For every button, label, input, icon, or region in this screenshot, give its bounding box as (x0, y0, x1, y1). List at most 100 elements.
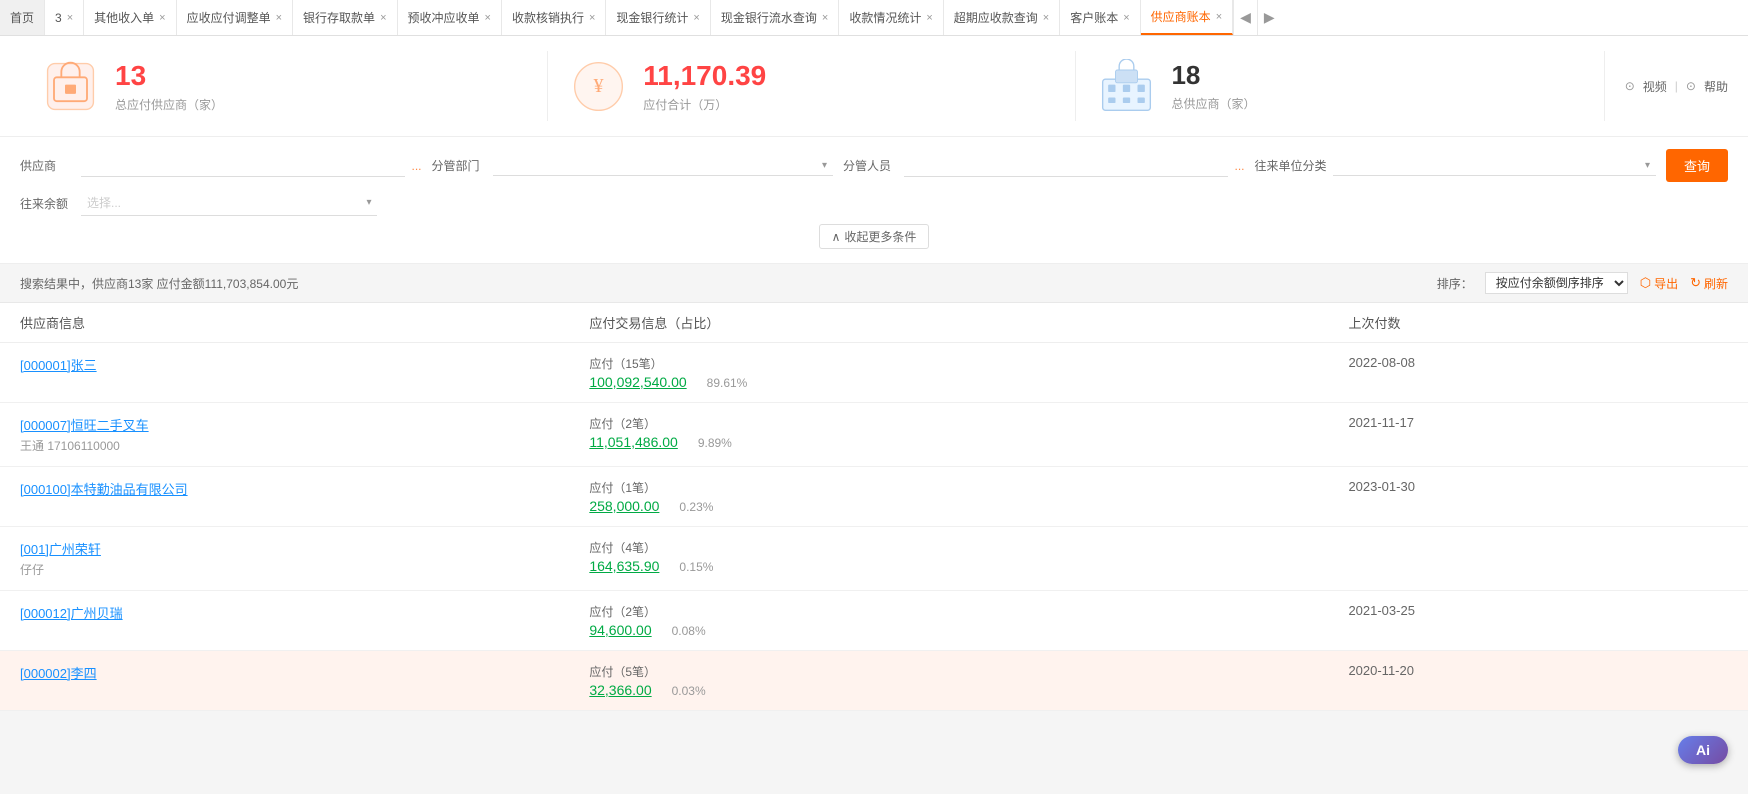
supplier-link[interactable]: [000100]本特勤油品有限公司 (20, 479, 589, 498)
sort-label: 排序： (1437, 275, 1473, 292)
table-row[interactable]: [000012]广州贝瑞 应付（2笔） 94,600.00 0.08% 2021… (0, 591, 1748, 651)
ai-label: Ai (1696, 742, 1710, 758)
stats-bar: 13 总应付供应商（家） ¥ 11,170.39 应付合计（万） (0, 36, 1748, 137)
total-supplier-label: 总供应商（家） (1171, 95, 1255, 112)
supplier-link[interactable]: [000002]李四 (20, 663, 589, 682)
last-pay-date: 2023-01-30 (1348, 479, 1415, 494)
category-select[interactable]: ▾ (1333, 156, 1656, 176)
nav-other-income-label: 其他收入单 (94, 9, 154, 26)
transaction-cell: 应付（2笔） 94,600.00 0.08% (589, 603, 1348, 638)
lastpay-cell: 2023-01-30 (1348, 479, 1728, 494)
supplier-cell: [000001]张三 (20, 355, 589, 374)
export-button[interactable]: ⬡ 导出 (1640, 275, 1678, 292)
help-link[interactable]: 帮助 (1704, 78, 1728, 95)
trans-amount[interactable]: 32,366.00 (589, 682, 651, 698)
trans-pct: 0.15% (679, 560, 713, 574)
refresh-icon: ↻ (1690, 275, 1701, 291)
table-row[interactable]: [000001]张三 应付（15笔） 100,092,540.00 89.61%… (0, 343, 1748, 403)
balance-select-arrow: ▾ (366, 197, 371, 208)
nav-bank-close[interactable]: × (380, 12, 386, 24)
nav-prepay-close[interactable]: × (485, 12, 491, 24)
nav-supplier-book-close[interactable]: × (1216, 11, 1222, 23)
nav-supplier-book[interactable]: 供应商账本 × (1141, 0, 1233, 35)
nav-home[interactable]: 首页 (0, 0, 45, 35)
nav-adjust-close[interactable]: × (276, 12, 282, 24)
transaction-cell: 应付（15笔） 100,092,540.00 89.61% (589, 355, 1348, 390)
trans-amount[interactable]: 100,092,540.00 (589, 374, 686, 390)
person-input[interactable] (904, 154, 1228, 177)
nav-other-income-close[interactable]: × (159, 12, 165, 24)
table-row[interactable]: [001]广州荣轩 仔仔 应付（4笔） 164,635.90 0.15% (0, 527, 1748, 591)
collapse-label: 收起更多条件 (844, 228, 916, 245)
trans-amount[interactable]: 164,635.90 (589, 558, 659, 574)
filter-category: 往来单位分类 ▾ (1255, 156, 1657, 176)
nav-home-label: 首页 (10, 9, 34, 26)
nav-verify-close[interactable]: × (589, 12, 595, 24)
nav-client-book-close[interactable]: × (1123, 12, 1129, 24)
trans-amount[interactable]: 258,000.00 (589, 498, 659, 514)
ai-button[interactable]: Ai (1678, 736, 1728, 764)
nav-overdue-close[interactable]: × (1043, 12, 1049, 24)
sort-select[interactable]: 按应付余额倒序排序 (1485, 272, 1628, 294)
filter-dept: 分管部门 ▾ (432, 156, 834, 176)
transaction-cell: 应付（4笔） 164,635.90 0.15% (589, 539, 1348, 574)
payable-supplier-label: 总应付供应商（家） (115, 96, 223, 113)
trans-amount[interactable]: 94,600.00 (589, 622, 651, 638)
supplier-link[interactable]: [001]广州荣轩 (20, 539, 589, 558)
nav-verify[interactable]: 收款核销执行 × (502, 0, 606, 35)
supplier-ellipsis[interactable]: ... (411, 159, 421, 173)
nav-adjust[interactable]: 应收应付调整单 × (177, 0, 293, 35)
trans-amount[interactable]: 11,051,486.00 (589, 434, 678, 450)
search-button[interactable]: 查询 (1666, 149, 1728, 182)
total-supplier-info: 18 总供应商（家） (1171, 60, 1255, 112)
nav-left-arrow[interactable]: ◀ (1233, 0, 1257, 35)
nav-prepay-label: 预收冲应收单 (408, 9, 480, 26)
collapse-button[interactable]: ∧ 收起更多条件 (819, 224, 930, 249)
nav-cash-stat[interactable]: 现金银行统计 × (606, 0, 710, 35)
table-row[interactable]: [000002]李四 应付（5笔） 32,366.00 0.03% 2020-1… (0, 651, 1748, 711)
person-ellipsis[interactable]: ... (1234, 159, 1244, 173)
supplier-link[interactable]: [000007]恒旺二手叉车 (20, 415, 589, 434)
transaction-cell: 应付（2笔） 11,051,486.00 9.89% (589, 415, 1348, 450)
stat-payable-total: ¥ 11,170.39 应付合计（万） (548, 51, 1076, 121)
filter-area: 供应商 ... 分管部门 ▾ 分管人员 ... 往来单位分类 ▾ 查询 (0, 137, 1748, 264)
table-header: 供应商信息 应付交易信息（占比） 上次付数 (0, 303, 1748, 343)
collapse-up-icon: ∧ (832, 230, 841, 244)
result-bar: 搜索结果中，供应商13家 应付金额111,703,854.00元 排序： 按应付… (0, 264, 1748, 303)
refresh-button[interactable]: ↻ 刷新 (1690, 275, 1728, 292)
nav-prepay[interactable]: 预收冲应收单 × (398, 0, 502, 35)
nav-cash-flow-label: 现金银行流水查询 (721, 9, 817, 26)
nav-tab3[interactable]: 3 × (45, 0, 84, 35)
nav-bank[interactable]: 银行存取款单 × (293, 0, 397, 35)
payable-total-info: 11,170.39 应付合计（万） (643, 60, 766, 113)
nav-cash-flow-close[interactable]: × (822, 12, 828, 24)
nav-adjust-label: 应收应付调整单 (187, 9, 271, 26)
nav-cash-stat-close[interactable]: × (693, 12, 699, 24)
supplier-input[interactable] (81, 154, 405, 177)
balance-select[interactable]: 选择... ▾ (81, 190, 377, 216)
nav-other-income[interactable]: 其他收入单 × (84, 0, 176, 35)
trans-label: 应付（2笔） (589, 415, 1348, 432)
payable-supplier-icon (40, 56, 100, 116)
nav-collect-stat-close[interactable]: × (926, 12, 932, 24)
supplier-link[interactable]: [000012]广州贝瑞 (20, 603, 589, 622)
lastpay-cell: 2020-11-20 (1348, 663, 1728, 678)
stat-total-suppliers: 18 总供应商（家） (1076, 51, 1604, 121)
nav-overdue[interactable]: 超期应收款查询 × (944, 0, 1060, 35)
nav-tab3-close[interactable]: × (67, 12, 73, 24)
dept-select[interactable]: ▾ (493, 156, 834, 176)
video-link[interactable]: 视频 (1643, 78, 1667, 95)
supplier-sub: 王通 17106110000 (20, 437, 589, 454)
top-navigation: 首页 3 × 其他收入单 × 应收应付调整单 × 银行存取款单 × 预收冲应收单… (0, 0, 1748, 36)
nav-right-arrow[interactable]: ▶ (1257, 0, 1281, 35)
supplier-label: 供应商 (20, 157, 75, 174)
export-label: 导出 (1654, 275, 1678, 292)
nav-cash-flow[interactable]: 现金银行流水查询 × (711, 0, 839, 35)
nav-client-book[interactable]: 客户账本 × (1060, 0, 1140, 35)
table-row[interactable]: [000007]恒旺二手叉车 王通 17106110000 应付（2笔） 11,… (0, 403, 1748, 467)
supplier-link[interactable]: [000001]张三 (20, 355, 589, 374)
refresh-label: 刷新 (1704, 275, 1728, 292)
table-row[interactable]: [000100]本特勤油品有限公司 应付（1笔） 258,000.00 0.23… (0, 467, 1748, 527)
nav-collect-stat[interactable]: 收款情况统计 × (839, 0, 943, 35)
nav-bank-label: 银行存取款单 (303, 9, 375, 26)
